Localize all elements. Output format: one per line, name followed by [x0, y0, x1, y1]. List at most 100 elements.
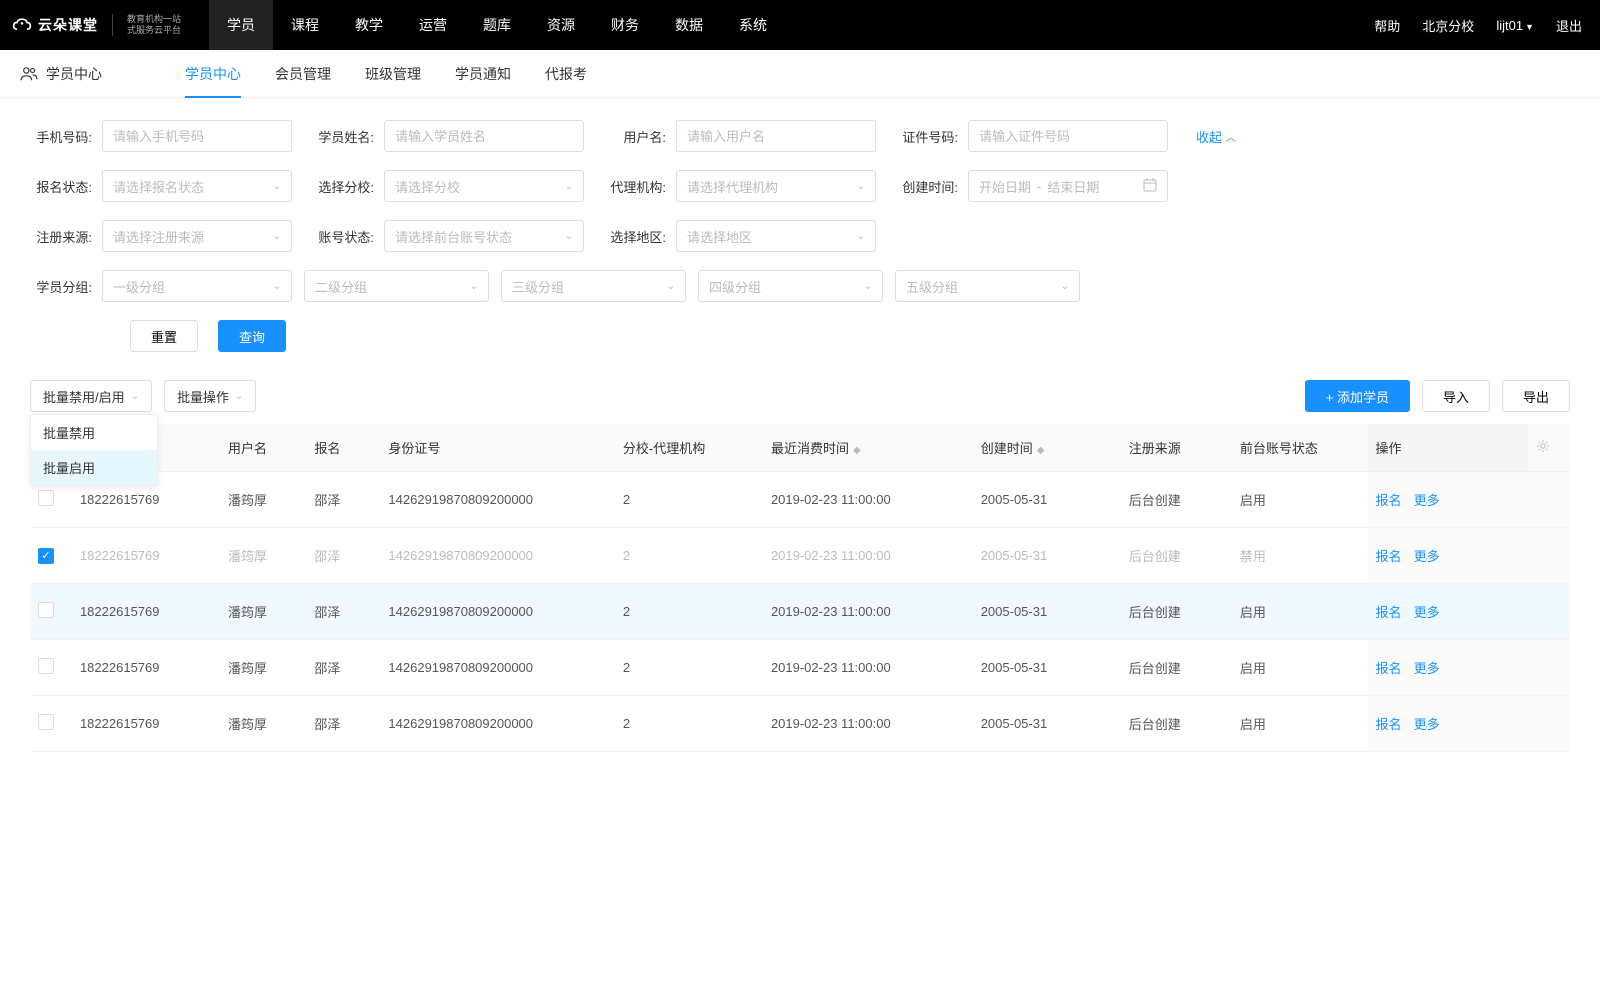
cell-username: 潘筠厚 [220, 528, 306, 584]
row-more-link[interactable]: 更多 [1414, 605, 1440, 620]
phone-input[interactable] [102, 120, 292, 152]
cell-phone: 18222615769 [72, 640, 220, 696]
batch-toggle-dropdown[interactable]: 批量禁用/启用⌄ [30, 380, 152, 412]
import-button[interactable]: 导入 [1422, 380, 1490, 412]
group-level-select[interactable]: 三级分组⌄ [501, 270, 686, 302]
campus-label: 选择分校: [312, 177, 374, 196]
enroll-status-label: 报名状态: [30, 177, 92, 196]
topnav-item[interactable]: 数据 [657, 0, 721, 50]
cell-idnum: 14262919870809200000 [380, 528, 614, 584]
row-checkbox[interactable] [38, 602, 54, 618]
cell-enroll: 邵泽 [306, 640, 380, 696]
group-level-select[interactable]: 五级分组⌄ [895, 270, 1080, 302]
topnav-item[interactable]: 资源 [529, 0, 593, 50]
logout-link[interactable]: 退出 [1556, 16, 1582, 35]
group-level-select[interactable]: 四级分组⌄ [698, 270, 883, 302]
brand-sub1: 教育机构一站 [127, 14, 181, 25]
query-button[interactable]: 查询 [218, 320, 286, 352]
username-label: 用户名: [604, 127, 666, 146]
subnav-tab[interactable]: 会员管理 [275, 50, 331, 98]
topnav-item[interactable]: 教学 [337, 0, 401, 50]
campus-select[interactable]: 请选择分校⌄ [384, 170, 584, 202]
agency-label: 代理机构: [604, 177, 666, 196]
topnav-item[interactable]: 财务 [593, 0, 657, 50]
account-status-select[interactable]: 请选择前台账号状态⌄ [384, 220, 584, 252]
col-username: 用户名 [220, 424, 306, 472]
cell-username: 潘筠厚 [220, 696, 306, 752]
row-checkbox[interactable] [38, 658, 54, 674]
row-enroll-link[interactable]: 报名 [1376, 493, 1402, 508]
row-more-link[interactable]: 更多 [1414, 549, 1440, 564]
batch-enable-item[interactable]: 批量启用 [31, 450, 157, 485]
create-time-label: 创建时间: [896, 177, 958, 196]
agency-select[interactable]: 请选择代理机构⌄ [676, 170, 876, 202]
col-create-time[interactable]: 创建时间◆ [973, 424, 1121, 472]
cell-create: 2005-05-31 [973, 472, 1121, 528]
idnum-label: 证件号码: [896, 127, 958, 146]
row-enroll-link[interactable]: 报名 [1376, 549, 1402, 564]
row-more-link[interactable]: 更多 [1414, 661, 1440, 676]
reg-source-select[interactable]: 请选择注册来源⌄ [102, 220, 292, 252]
batch-disable-item[interactable]: 批量禁用 [31, 415, 157, 450]
region-select[interactable]: 请选择地区⌄ [676, 220, 876, 252]
group-level-select[interactable]: 二级分组⌄ [304, 270, 489, 302]
idnum-input[interactable] [968, 120, 1168, 152]
topnav-item[interactable]: 学员 [209, 0, 273, 50]
chevron-down-icon: ⌄ [857, 181, 865, 192]
topbar: 云朵课堂 教育机构一站 式服务云平台 学员课程教学运营题库资源财务数据系统 帮助… [0, 0, 1600, 50]
subnav-tab[interactable]: 班级管理 [365, 50, 421, 98]
account-status-label: 账号状态: [312, 227, 374, 246]
user-menu[interactable]: lijt01▼ [1496, 18, 1534, 33]
row-enroll-link[interactable]: 报名 [1376, 661, 1402, 676]
batch-ops-dropdown[interactable]: 批量操作⌄ [164, 380, 256, 412]
collapse-toggle[interactable]: 收起 ︿ [1196, 127, 1236, 146]
export-button[interactable]: 导出 [1502, 380, 1570, 412]
col-ops: 操作 [1368, 424, 1528, 472]
topnav-item[interactable]: 课程 [273, 0, 337, 50]
row-enroll-link[interactable]: 报名 [1376, 605, 1402, 620]
create-time-range[interactable]: 开始日期-结束日期 [968, 170, 1168, 202]
settings-column[interactable] [1528, 424, 1570, 472]
row-checkbox[interactable] [38, 490, 54, 506]
row-checkbox[interactable] [38, 714, 54, 730]
table-row: 18222615769潘筠厚邵泽142629198708092000002201… [30, 472, 1570, 528]
topnav-item[interactable]: 系统 [721, 0, 785, 50]
subnav-tab[interactable]: 学员通知 [455, 50, 511, 98]
cell-status: 启用 [1232, 472, 1368, 528]
cell-username: 潘筠厚 [220, 472, 306, 528]
topnav-item[interactable]: 运营 [401, 0, 465, 50]
add-student-button[interactable]: + 添加学员 [1305, 380, 1410, 412]
phone-label: 手机号码: [30, 127, 92, 146]
chevron-up-icon: ︿ [1226, 129, 1236, 144]
row-checkbox[interactable]: ✓ [38, 548, 54, 564]
subnav-tab[interactable]: 学员中心 [185, 50, 241, 98]
caret-down-icon: ▼ [1525, 22, 1534, 32]
name-input[interactable] [384, 120, 584, 152]
topnav-item[interactable]: 题库 [465, 0, 529, 50]
cell-idnum: 14262919870809200000 [380, 640, 614, 696]
page-title: 学员中心 [46, 64, 102, 84]
row-enroll-link[interactable]: 报名 [1376, 717, 1402, 732]
col-enroll: 报名 [306, 424, 380, 472]
chevron-down-icon: ⌄ [235, 391, 243, 402]
cell-source: 后台创建 [1121, 584, 1232, 640]
page-title-area: 学员中心 [20, 64, 185, 84]
cell-idnum: 14262919870809200000 [380, 584, 614, 640]
topnav: 学员课程教学运营题库资源财务数据系统 [209, 0, 785, 50]
subnav-tab[interactable]: 代报考 [545, 50, 587, 98]
sort-icon: ◆ [1037, 445, 1045, 456]
row-more-link[interactable]: 更多 [1414, 493, 1440, 508]
username-input[interactable] [676, 120, 876, 152]
enroll-status-select[interactable]: 请选择报名状态⌄ [102, 170, 292, 202]
batch-toggle-menu: 批量禁用 批量启用 [30, 414, 158, 486]
reset-button[interactable]: 重置 [130, 320, 198, 352]
help-link[interactable]: 帮助 [1374, 16, 1400, 35]
gear-icon [1536, 439, 1550, 453]
group-level-select[interactable]: 一级分组⌄ [102, 270, 292, 302]
row-more-link[interactable]: 更多 [1414, 717, 1440, 732]
people-icon [20, 66, 38, 82]
col-last-consume[interactable]: 最近消费时间◆ [763, 424, 973, 472]
cell-create: 2005-05-31 [973, 696, 1121, 752]
campus-label[interactable]: 北京分校 [1422, 16, 1474, 35]
chevron-down-icon: ⌄ [273, 231, 281, 242]
